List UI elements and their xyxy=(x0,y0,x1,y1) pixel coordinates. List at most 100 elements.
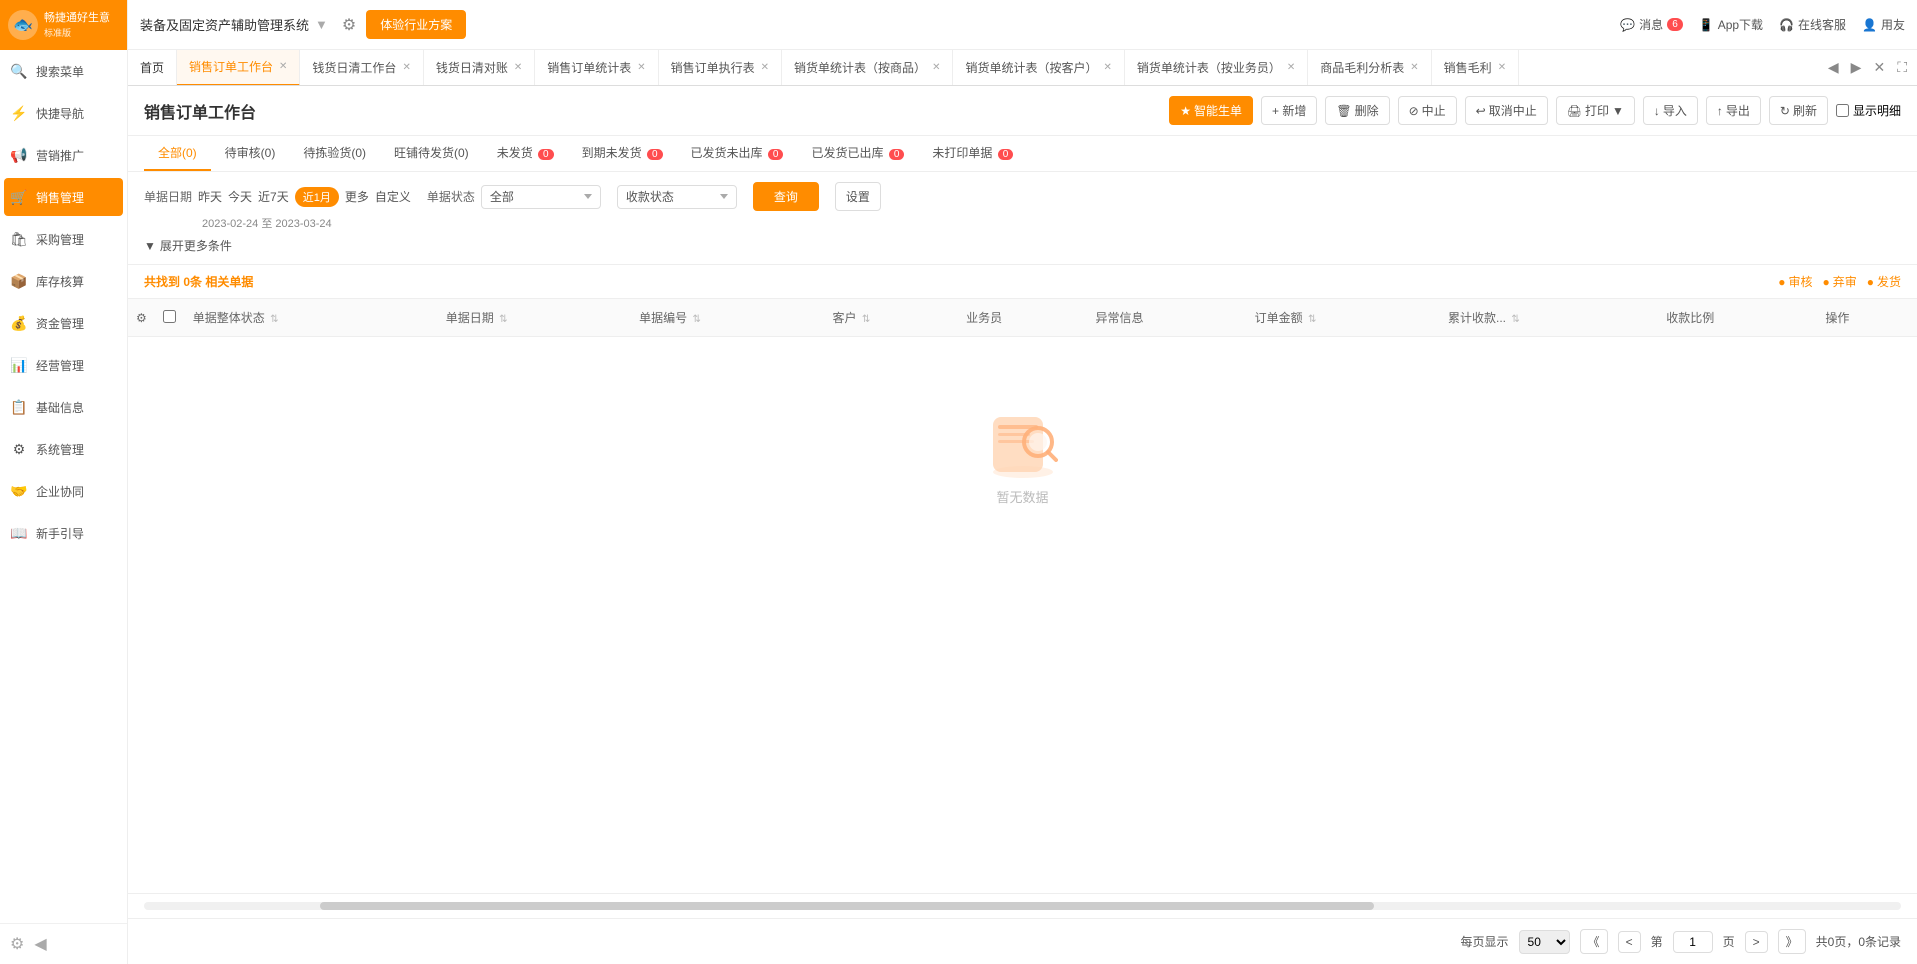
th-number[interactable]: 单据编号 ⇅ xyxy=(631,299,824,337)
refresh-btn[interactable]: ↻ 刷新 xyxy=(1769,96,1828,125)
review-action[interactable]: ● 审核 xyxy=(1778,273,1812,290)
date-opt-more[interactable]: 更多 xyxy=(345,188,369,205)
empty-state: 暂无数据 xyxy=(128,337,1917,566)
delete-btn[interactable]: 🗑 删除 xyxy=(1325,96,1389,125)
cancel-stop-btn[interactable]: ↩ 取消中止 xyxy=(1465,96,1548,125)
sidebar-item-search[interactable]: 🔍 搜索菜单 xyxy=(0,50,127,92)
tab-goods-stats[interactable]: 销货单统计表（按商品） ✕ xyxy=(782,50,953,86)
expand-filter-btn[interactable]: ▼ 展开更多条件 xyxy=(144,237,1901,254)
smart-create-btn[interactable]: ★ 智能生单 xyxy=(1169,96,1253,125)
page-size-select[interactable]: 10 20 50 100 xyxy=(1519,930,1570,954)
th-customer[interactable]: 客户 ⇅ xyxy=(824,299,958,337)
tab-cash-reconcile[interactable]: 钱货日清对账 ✕ xyxy=(424,50,535,86)
system-name-arrow[interactable]: ▼ xyxy=(315,17,328,32)
print-icon: 🖨 xyxy=(1567,104,1582,118)
subtab-pending-review[interactable]: 待审核(0) xyxy=(211,136,290,171)
cancel-review-action[interactable]: ● 弃审 xyxy=(1822,273,1856,290)
th-settings[interactable]: ⚙ xyxy=(128,299,155,337)
tab-sales-order[interactable]: 销售订单工作台 ✕ xyxy=(177,50,300,86)
subtab-shipped-not-out[interactable]: 已发货未出库 0 xyxy=(677,136,798,171)
export-btn[interactable]: ↑ 导出 xyxy=(1706,96,1761,125)
tab-goods-stats-label: 销货单统计表（按商品） xyxy=(794,59,926,76)
status-select[interactable]: 全部 xyxy=(481,185,601,209)
date-opt-custom[interactable]: 自定义 xyxy=(375,188,411,205)
sidebar-item-sales[interactable]: 🛒 销售管理 xyxy=(4,178,123,216)
tab-nav-next[interactable]: ▶ xyxy=(1847,57,1866,78)
tab-order-stats[interactable]: 销售订单统计表 ✕ xyxy=(535,50,658,86)
import-btn[interactable]: ↓ 导入 xyxy=(1643,96,1698,125)
tab-cash-daily[interactable]: 钱货日清工作台 ✕ xyxy=(300,50,423,86)
scrollbar-thumb[interactable] xyxy=(320,902,1374,910)
tab-fullscreen[interactable]: ⛶ xyxy=(1893,57,1911,78)
tab-home[interactable]: 首页 xyxy=(128,50,177,86)
th-checkbox[interactable] xyxy=(155,299,185,337)
tab-cash-daily-close[interactable]: ✕ xyxy=(402,62,410,73)
msg-item[interactable]: 💬 消息 6 xyxy=(1620,16,1683,33)
tab-margin-analysis[interactable]: 商品毛利分析表 ✕ xyxy=(1308,50,1431,86)
sidebar-item-system[interactable]: ⚙ 系统管理 xyxy=(0,428,127,470)
th-date[interactable]: 单据日期 ⇅ xyxy=(438,299,631,337)
sidebar-item-marketing[interactable]: 📢 营销推广 xyxy=(0,134,127,176)
sidebar-item-enterprise[interactable]: 🤝 企业协同 xyxy=(0,470,127,512)
sidebar-item-quicknav[interactable]: ⚡ 快捷导航 xyxy=(0,92,127,134)
show-detail-checkbox[interactable] xyxy=(1836,104,1849,117)
next-page-btn[interactable]: > xyxy=(1745,931,1768,953)
show-detail-label[interactable]: 显示明细 xyxy=(1836,102,1901,119)
settings-filter-btn[interactable]: 设置 xyxy=(835,182,881,211)
first-page-btn[interactable]: 《 xyxy=(1580,929,1608,954)
solution-btn[interactable]: 体验行业方案 xyxy=(366,10,466,39)
sidebar-item-management[interactable]: 📊 经营管理 xyxy=(0,344,127,386)
tab-order-stats-close[interactable]: ✕ xyxy=(637,62,645,73)
ship-action[interactable]: ● 发货 xyxy=(1867,273,1901,290)
sidebar-item-purchase[interactable]: 🛍 采购管理 xyxy=(0,218,127,260)
horizontal-scrollbar[interactable] xyxy=(128,893,1917,918)
tab-salesperson-stats[interactable]: 销货单统计表（按业务员） ✕ xyxy=(1125,50,1308,86)
tab-order-exec[interactable]: 销售订单执行表 ✕ xyxy=(659,50,782,86)
subtab-wangpu-ship[interactable]: 旺铺待发货(0) xyxy=(380,136,483,171)
payment-select[interactable]: 收款状态 xyxy=(617,185,737,209)
sidebar-item-basicinfo[interactable]: 📋 基础信息 xyxy=(0,386,127,428)
query-btn[interactable]: 查询 xyxy=(753,182,819,211)
tab-salesperson-stats-close[interactable]: ✕ xyxy=(1287,62,1295,73)
subtab-overdue-not-shipped[interactable]: 到期未发货 0 xyxy=(568,136,677,171)
date-opt-today[interactable]: 今天 xyxy=(228,188,252,205)
last-page-btn[interactable]: 》 xyxy=(1778,929,1806,954)
subtab-not-printed[interactable]: 未打印单据 0 xyxy=(918,136,1027,171)
sidebar-item-newuser[interactable]: 📖 新手引导 xyxy=(0,512,127,554)
th-collected[interactable]: 累计收款... ⇅ xyxy=(1440,299,1658,337)
prev-page-btn[interactable]: < xyxy=(1618,931,1641,953)
user-item[interactable]: 👤 用友 xyxy=(1862,16,1905,33)
date-opt-yesterday[interactable]: 昨天 xyxy=(198,188,222,205)
sidebar-item-finance[interactable]: 💰 资金管理 xyxy=(0,302,127,344)
select-all-checkbox[interactable] xyxy=(163,310,176,323)
tab-customer-stats-close[interactable]: ✕ xyxy=(1103,62,1111,73)
subtab-not-shipped[interactable]: 未发货 0 xyxy=(483,136,568,171)
print-btn[interactable]: 🖨 打印 ▼ xyxy=(1556,96,1635,125)
subtab-all[interactable]: 全部(0) xyxy=(144,136,211,171)
tab-goods-stats-close[interactable]: ✕ xyxy=(932,62,940,73)
tab-close-all[interactable]: ✕ xyxy=(1869,57,1889,78)
online-service-item[interactable]: 🎧 在线客服 xyxy=(1779,16,1846,33)
tab-sales-margin[interactable]: 销售毛利 ✕ xyxy=(1432,50,1519,86)
settings-btn[interactable]: ⚙ xyxy=(10,934,24,954)
tab-sales-order-close[interactable]: ✕ xyxy=(279,61,287,72)
th-status[interactable]: 单据整体状态 ⇅ xyxy=(185,299,438,337)
tab-sales-margin-close[interactable]: ✕ xyxy=(1498,62,1506,73)
tab-order-exec-close[interactable]: ✕ xyxy=(761,62,769,73)
tab-customer-stats[interactable]: 销货单统计表（按客户） ✕ xyxy=(953,50,1124,86)
tab-cash-reconcile-close[interactable]: ✕ xyxy=(514,62,522,73)
page-input[interactable] xyxy=(1673,931,1713,953)
topbar-gear-icon[interactable]: ⚙ xyxy=(342,15,356,35)
date-opt-1month[interactable]: 近1月 xyxy=(295,187,339,207)
subtab-shipped-out[interactable]: 已发货已出库 0 xyxy=(797,136,918,171)
app-download-item[interactable]: 📱 App下载 xyxy=(1699,16,1763,33)
stop-btn[interactable]: ⊘ 中止 xyxy=(1398,96,1457,125)
collapse-btn[interactable]: ◀ xyxy=(34,934,46,954)
tab-margin-analysis-close[interactable]: ✕ xyxy=(1410,62,1418,73)
new-btn[interactable]: + 新增 xyxy=(1261,96,1317,125)
subtab-pending-inspect[interactable]: 待拣验货(0) xyxy=(289,136,380,171)
date-opt-7days[interactable]: 近7天 xyxy=(258,188,289,205)
sidebar-item-inventory[interactable]: 📦 库存核算 xyxy=(0,260,127,302)
th-amount[interactable]: 订单金额 ⇅ xyxy=(1247,299,1440,337)
tab-nav-prev[interactable]: ◀ xyxy=(1824,57,1843,78)
